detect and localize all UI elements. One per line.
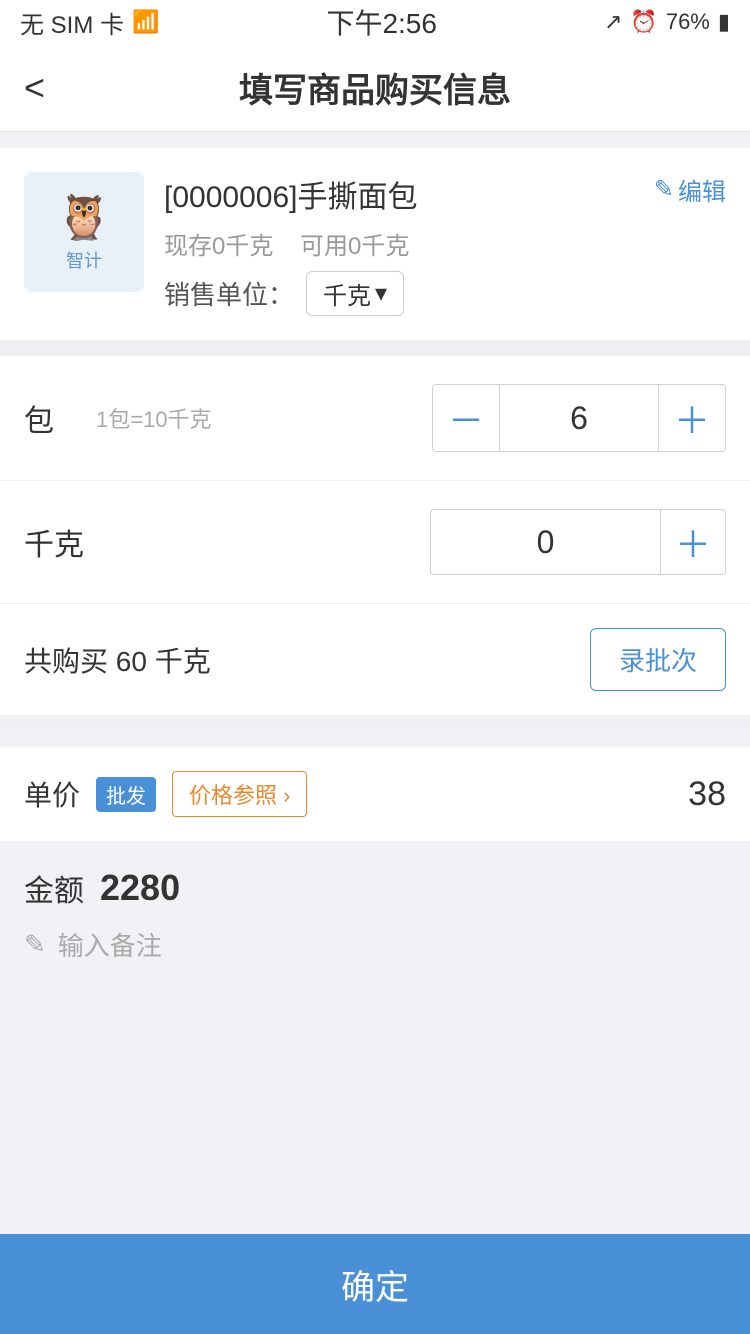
alarm-icon: ⏰ (630, 9, 657, 35)
kg-increment-button[interactable]: ＋ (660, 509, 726, 575)
kg-label: 千克 (24, 520, 84, 564)
price-left: 单价 批发 价格参照 › (24, 771, 307, 817)
amount-row: 金额 2280 (24, 866, 726, 910)
battery-level: 76% (666, 9, 710, 35)
back-button[interactable]: < (24, 67, 45, 109)
remark-row[interactable]: ✎ 输入备注 (24, 926, 726, 963)
product-stock: 现存0千克 可用0千克 (164, 226, 726, 261)
status-time: 下午2:56 (326, 2, 437, 42)
nav-bar: < 填写商品购买信息 (0, 44, 750, 132)
page-title: 填写商品购买信息 (239, 63, 511, 112)
edit-remark-icon: ✎ (24, 929, 46, 960)
product-thumbnail: 🦉 智计 (24, 172, 144, 292)
amount-label: 金额 (24, 866, 84, 910)
section-divider-2 (0, 715, 750, 731)
record-batch-button[interactable]: 录批次 (590, 628, 726, 691)
kg-controls: ＋ (430, 509, 726, 575)
status-bar: 无 SIM 卡 下午2:56 ↗ ⏰ 76% ▮ (0, 0, 750, 44)
product-thumb-icon: 🦉 (57, 191, 112, 243)
unit-select[interactable]: 千克 ▾ (306, 271, 404, 316)
amount-section: 金额 2280 ✎ 输入备注 (0, 842, 750, 987)
package-increment-button[interactable]: ＋ (659, 385, 725, 451)
qty-section: 包 1包=10千克 － ＋ 千克 ＋ (0, 356, 750, 604)
package-qty-row: 包 1包=10千克 － ＋ (0, 356, 750, 481)
total-text: 共购买 60 千克 (24, 640, 211, 680)
package-label: 包 (24, 396, 84, 440)
edit-icon: ✎ (654, 175, 674, 204)
confirm-button[interactable]: 确定 (0, 1234, 750, 1334)
package-decrement-button[interactable]: － (433, 385, 499, 451)
price-ref-button[interactable]: 价格参照 › (172, 771, 307, 817)
batch-tag: 批发 (96, 777, 156, 812)
status-right: ↗ ⏰ 76% ▮ (604, 9, 730, 35)
product-info: [0000006]手撕面包 ✎ 编辑 现存0千克 可用0千克 销售单位： 千克 … (164, 172, 726, 316)
product-name: [0000006]手撕面包 (164, 172, 417, 216)
product-card: 🦉 智计 [0000006]手撕面包 ✎ 编辑 现存0千克 可用0千克 销售单位… (0, 148, 750, 340)
status-left: 无 SIM 卡 (20, 5, 159, 40)
edit-button[interactable]: ✎ 编辑 (654, 172, 726, 207)
kg-qty-row: 千克 ＋ (0, 481, 750, 604)
price-row: 单价 批发 价格参照 › 38 (24, 771, 726, 817)
dropdown-icon: ▾ (375, 279, 387, 308)
amount-value: 2280 (100, 867, 180, 909)
price-value: 38 (688, 775, 726, 814)
kg-qty-input[interactable] (430, 509, 660, 575)
package-qty-input[interactable] (499, 385, 659, 451)
price-section: 单价 批发 价格参照 › 38 (0, 747, 750, 842)
remark-label: 输入备注 (58, 926, 162, 963)
product-thumb-label: 智计 (66, 247, 102, 273)
package-qty-controls: － ＋ (432, 384, 726, 452)
location-icon: ↗ (604, 9, 622, 35)
wifi-icon (132, 8, 159, 36)
product-unit-row: 销售单位： 千克 ▾ (164, 271, 726, 316)
package-hint: 1包=10千克 (96, 402, 432, 434)
product-header: [0000006]手撕面包 ✎ 编辑 (164, 172, 726, 226)
total-row: 共购买 60 千克 录批次 (0, 604, 750, 715)
price-label: 单价 (24, 774, 80, 814)
battery-icon: ▮ (718, 9, 730, 35)
section-divider-1 (0, 340, 750, 356)
sim-indicator: 无 SIM 卡 (20, 5, 124, 40)
